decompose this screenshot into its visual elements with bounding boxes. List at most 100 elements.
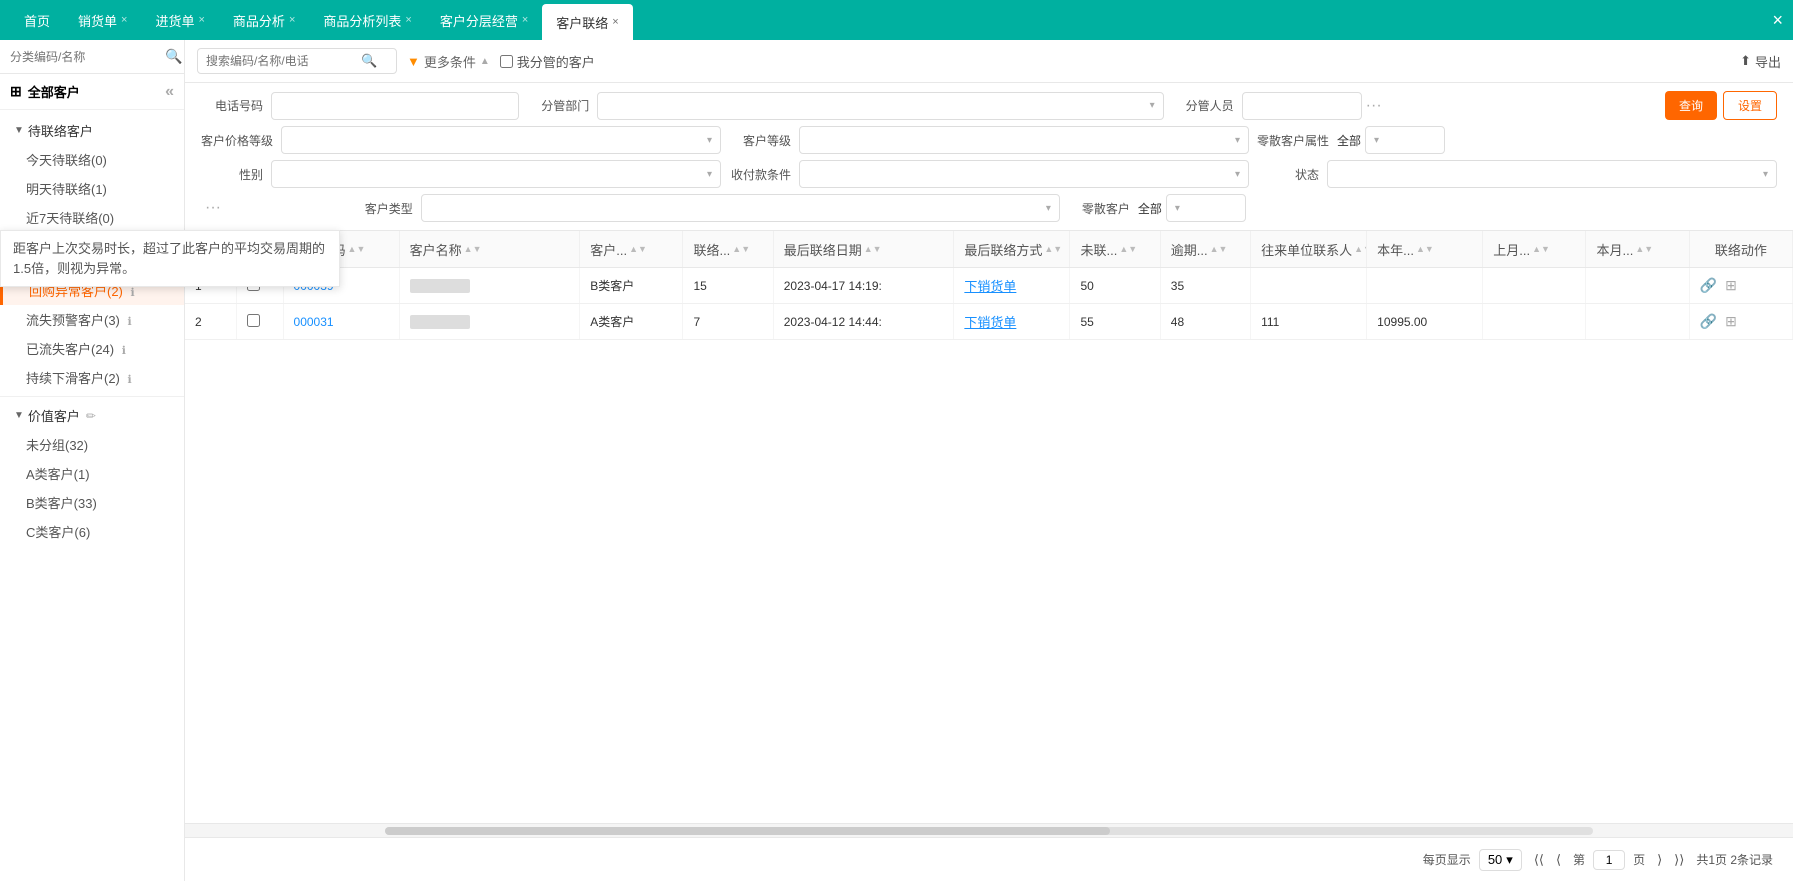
cell-thismonth-1 — [1586, 268, 1689, 304]
sort-icon-year[interactable]: ▲▼ — [1416, 245, 1434, 254]
sidebar-item-7days[interactable]: 近7天待联络(0) — [0, 203, 184, 232]
sidebar-all-customers[interactable]: ⊞ 全部客户 « — [0, 74, 184, 110]
filter-select-retail-customer[interactable]: ▾ — [1166, 194, 1246, 222]
method-link-2[interactable]: 下销货单 — [964, 315, 1016, 330]
cell-check-2 — [237, 304, 283, 340]
arrow-down-icon-value: ▼ — [14, 410, 24, 421]
branch-person-dots[interactable]: ··· — [1362, 97, 1386, 115]
nav-close-analysis[interactable]: × — [289, 14, 295, 26]
sort-icon-notcontact[interactable]: ▲▼ — [1119, 245, 1137, 254]
setting-btn[interactable]: 设置 — [1723, 91, 1777, 120]
cell-method-1[interactable]: 下销货单 — [954, 268, 1070, 304]
page-number-input[interactable] — [1593, 850, 1625, 870]
sidebar-item-declining[interactable]: 持续下滑客户(2) ℹ — [0, 363, 184, 392]
filter-select-status[interactable]: ▾ — [1327, 160, 1777, 188]
sidebar-item-b-class[interactable]: B类客户(33) — [0, 488, 184, 517]
page-unit: 页 — [1629, 849, 1649, 870]
th-lastmonth: 上月... ▲▼ — [1483, 231, 1586, 268]
sidebar-group-value-label: 价值客户 — [28, 406, 80, 425]
filter-select-gender[interactable]: ▾ — [271, 160, 721, 188]
more-fields-dots[interactable]: ··· — [201, 199, 225, 217]
nav-close-customer-contact[interactable]: × — [612, 16, 618, 28]
filter-label-status: 状态 — [1257, 166, 1327, 183]
nav-close-sales[interactable]: × — [121, 14, 127, 26]
sidebar-item-churn-warning[interactable]: 流失预警客户(3) ℹ — [0, 305, 184, 334]
cell-method-2[interactable]: 下销货单 — [954, 304, 1070, 340]
filter-label-branch-dept: 分管部门 — [527, 97, 597, 114]
horizontal-scrollbar[interactable] — [185, 823, 1793, 837]
cell-date-2: 2023-04-12 14:44: — [773, 304, 954, 340]
row-checkbox-2[interactable] — [247, 314, 260, 327]
sort-icon-overdue[interactable]: ▲▼ — [1210, 245, 1228, 254]
sidebar-search-input[interactable] — [10, 50, 165, 64]
nav-item-home[interactable]: 首页 — [10, 0, 64, 40]
sidebar-item-churned[interactable]: 已流失客户(24) ℹ — [0, 334, 184, 363]
page-prev-btn[interactable]: ⟨ — [1552, 850, 1565, 870]
nav-item-customer-mgmt[interactable]: 客户分层经营 × — [426, 0, 542, 40]
more-conditions-btn[interactable]: ▼ 更多条件 ▲ — [407, 52, 490, 71]
my-customer-checkbox[interactable] — [500, 55, 513, 68]
page-first-btn[interactable]: ⟨⟨ — [1530, 850, 1548, 870]
filter-select-branch-person[interactable] — [1242, 92, 1362, 120]
adv-filter-row-3: 性别 ▾ 收付款条件 ▾ 状态 — [201, 160, 1777, 188]
sidebar-item-c-class[interactable]: C类客户(6) — [0, 517, 184, 546]
cell-lastmonth-1 — [1483, 268, 1586, 304]
info-icon-churn: ℹ — [128, 316, 132, 328]
sidebar-group-pending[interactable]: ▼ 待联络客户 — [0, 116, 184, 145]
sort-icon-code[interactable]: ▲▼ — [348, 245, 366, 254]
nav-item-purchase[interactable]: 进货单 × — [141, 0, 218, 40]
action-link-icon-2[interactable]: 🔗 — [1700, 313, 1717, 330]
nav-item-analysis[interactable]: 商品分析 × — [219, 0, 309, 40]
filter-input-phone[interactable] — [271, 92, 519, 120]
cell-code-2[interactable]: 000031 — [283, 304, 399, 340]
filter-select-customer-type[interactable]: ▾ — [421, 194, 1060, 222]
sidebar-search-icon[interactable]: 🔍 — [165, 48, 182, 65]
nav-item-analysis-list[interactable]: 商品分析列表 × — [309, 0, 425, 40]
sort-icon-associate[interactable]: ▲▼ — [1354, 245, 1367, 254]
sort-icon-thismonth[interactable]: ▲▼ — [1635, 245, 1653, 254]
cell-name-1 — [399, 268, 580, 304]
chevron-more-icon: ▲ — [480, 56, 490, 67]
filter-select-price-level[interactable]: ▾ — [281, 126, 721, 154]
sidebar-item-today[interactable]: 今天待联络(0) — [0, 145, 184, 174]
th-thismonth-label: 本月... — [1596, 240, 1633, 259]
search-input[interactable] — [206, 54, 361, 68]
action-link-icon-1[interactable]: 🔗 — [1700, 277, 1717, 294]
method-link-1[interactable]: 下销货单 — [964, 279, 1016, 294]
sort-icon-name[interactable]: ▲▼ — [464, 245, 482, 254]
close-window-btn[interactable]: × — [1772, 10, 1783, 31]
filter-label-branch-person: 分管人员 — [1172, 97, 1242, 114]
nav-item-customer-contact[interactable]: 客户联络 × — [542, 4, 632, 40]
sort-icon-type[interactable]: ▲▼ — [629, 245, 647, 254]
nav-label-customer-contact: 客户联络 — [556, 13, 608, 32]
action-grid-icon-2[interactable]: ⊞ — [1725, 313, 1737, 330]
filter-select-customer-level[interactable]: ▾ — [799, 126, 1249, 154]
action-grid-icon-1[interactable]: ⊞ — [1725, 277, 1737, 294]
sidebar-group-value[interactable]: ▼ 价值客户 ✏ — [0, 401, 184, 430]
nav-close-customer-mgmt[interactable]: × — [522, 14, 528, 26]
page-next-btn[interactable]: ⟩ — [1653, 850, 1666, 870]
sidebar-item-ungroup[interactable]: 未分组(32) — [0, 430, 184, 459]
export-btn[interactable]: ⬆ 导出 — [1740, 52, 1781, 71]
nav-close-purchase[interactable]: × — [198, 14, 204, 26]
sort-icon-lastmonth[interactable]: ▲▼ — [1532, 245, 1550, 254]
filter-select-retail-attr[interactable]: ▾ — [1365, 126, 1445, 154]
arrow-down-icon: ▼ — [14, 125, 24, 136]
sidebar-collapse-btn[interactable]: « — [165, 83, 174, 101]
more-conditions-label: 更多条件 — [424, 52, 476, 71]
nav-item-sales[interactable]: 销货单 × — [64, 0, 141, 40]
action-btns: 查询 设置 — [1665, 91, 1777, 120]
query-btn[interactable]: 查询 — [1665, 91, 1717, 120]
nav-close-analysis-list[interactable]: × — [405, 14, 411, 26]
page-last-btn[interactable]: ⟩⟩ — [1670, 850, 1688, 870]
filter-select-payment[interactable]: ▾ — [799, 160, 1249, 188]
nav-label-analysis-list: 商品分析列表 — [323, 11, 401, 30]
sort-icon-method[interactable]: ▲▼ — [1044, 245, 1062, 254]
sidebar-item-a-class[interactable]: A类客户(1) — [0, 459, 184, 488]
sidebar-item-tomorrow[interactable]: 明天待联络(1) — [0, 174, 184, 203]
sort-icon-date[interactable]: ▲▼ — [864, 245, 882, 254]
edit-icon-value[interactable]: ✏ — [86, 409, 96, 423]
per-page-select[interactable]: 50 ▾ — [1479, 849, 1522, 871]
filter-select-branch-dept[interactable]: ▾ — [597, 92, 1163, 120]
sort-icon-contact[interactable]: ▲▼ — [732, 245, 750, 254]
